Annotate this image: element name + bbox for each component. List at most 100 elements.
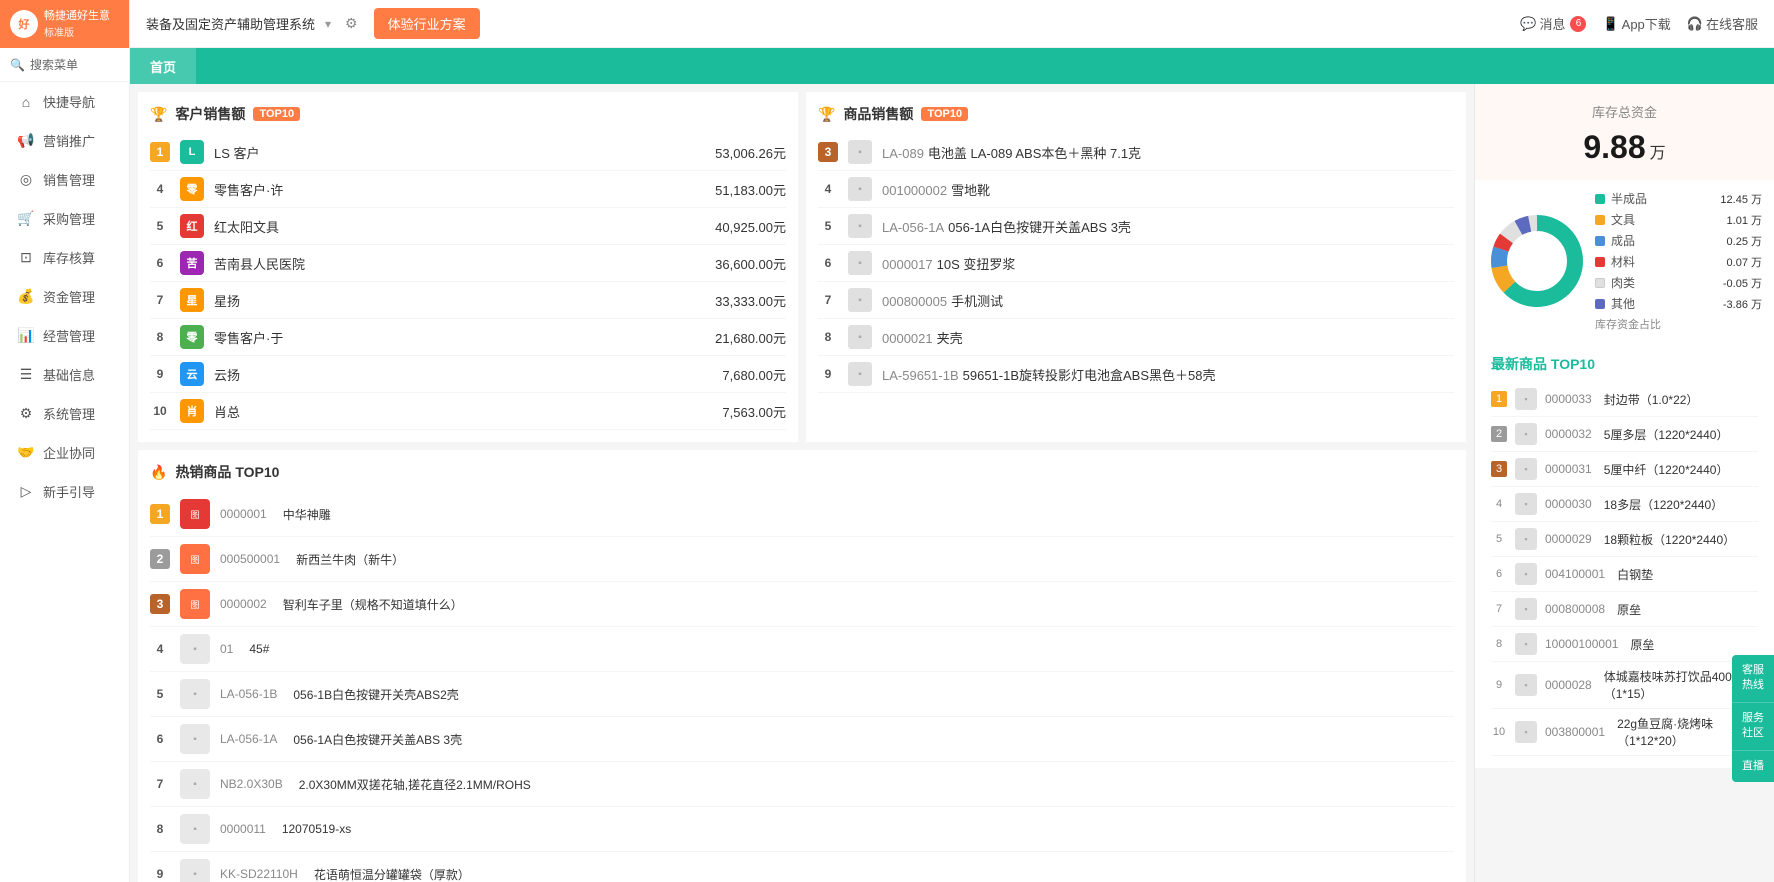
trial-btn[interactable]: 体验行业方案: [374, 8, 480, 39]
product-name: 5厘多层（1220*2440）: [1604, 426, 1729, 443]
customer-amount: 51,183.00元: [715, 180, 786, 199]
customer-rank-item: 4 零 零售客户·许 51,183.00元: [150, 171, 786, 208]
rank-number: 2: [1491, 426, 1507, 442]
latest-item: 3 ▪ 0000031 5厘中纤（1220*2440）: [1491, 452, 1758, 487]
sidebar-item-inventory[interactable]: ⊡ 库存核算: [0, 238, 129, 277]
product-code: 0000011: [220, 822, 266, 836]
purchase-icon: 🛒: [17, 210, 35, 227]
sidebar-item-base-info[interactable]: ☰ 基础信息: [0, 355, 129, 394]
product-info: 0000021夹壳: [882, 328, 1454, 347]
hot-item: 5 ▪ LA-056-1B 056-1B白色按键开关壳ABS2壳: [150, 672, 1454, 717]
customer-rank-item: 10 肖 肖总 7,563.00元: [150, 393, 786, 430]
product-thumb: ▪: [848, 325, 872, 349]
online-service-btn[interactable]: 🎧 在线客服: [1687, 14, 1758, 33]
product-sales-title: 🏆 商品销售额 TOP10: [818, 104, 1454, 124]
hot-products-list: 1 图 0000001 中华神雕 2 图 00050: [150, 492, 1454, 882]
product-code: 0000032: [1545, 427, 1592, 441]
product-sales-item: 8 ▪ 0000021夹壳: [818, 319, 1454, 356]
rank-number: 8: [150, 327, 170, 347]
product-sales-item: 7 ▪ 000800005手机测试: [818, 282, 1454, 319]
legend-label: 文具: [1611, 211, 1721, 228]
latest-item: 4 ▪ 0000030 18多层（1220*2440）: [1491, 487, 1758, 522]
latest-item: 10 ▪ 003800001 22g鱼豆腐·烧烤味（1*12*20）: [1491, 709, 1758, 756]
product-thumb: ▪: [1515, 633, 1537, 655]
rank-number: 10: [1491, 724, 1507, 740]
product-code: LA-056-1B: [220, 687, 277, 701]
product-thumb: ▪: [1515, 388, 1537, 410]
rank-number: 10: [150, 401, 170, 421]
nav-tabs: 首页: [130, 48, 1774, 84]
rank-number: 1: [1491, 391, 1507, 407]
product-code: 10000100001: [1545, 637, 1618, 651]
sidebar-item-purchase[interactable]: 🛒 采购管理: [0, 199, 129, 238]
product-name: 智利车子里（规格不知道填什么）: [283, 596, 1454, 613]
app-download-btn[interactable]: 📱 App下载: [1602, 14, 1670, 33]
marketing-icon: 📢: [17, 132, 35, 149]
logo-text: 畅捷通好生意: [44, 9, 110, 23]
message-btn[interactable]: 💬 消息 6: [1520, 14, 1586, 33]
legend-value: -3.86 万: [1723, 296, 1762, 312]
legend-item: 半成品 12.45 万: [1595, 190, 1762, 207]
sidebar-item-sales[interactable]: ◎ 销售管理: [0, 160, 129, 199]
sidebar-item-quick-nav[interactable]: ⌂ 快捷导航: [0, 82, 129, 121]
product-name: 中华神雕: [283, 506, 1454, 523]
right-panel-inner: 库存总资金 9.88 万: [1475, 84, 1774, 768]
product-thumb: 图: [180, 544, 210, 574]
customer-amount: 33,333.00元: [715, 291, 786, 310]
customer-name: 云扬: [214, 365, 712, 384]
rank-number: 9: [150, 864, 170, 882]
dropdown-arrow-icon[interactable]: ▾: [325, 17, 331, 31]
inventory-icon: ⊡: [17, 249, 35, 266]
sidebar-item-marketing[interactable]: 📢 营销推广: [0, 121, 129, 160]
topbar-right: 💬 消息 6 📱 App下载 🎧 在线客服: [1520, 14, 1758, 33]
sidebar-label: 营销推广: [43, 131, 95, 150]
community-btn[interactable]: 服务社区: [1732, 703, 1774, 751]
tab-home[interactable]: 首页: [130, 48, 196, 84]
sidebar-item-enterprise[interactable]: 🤝 企业协同: [0, 433, 129, 472]
sidebar-item-guide[interactable]: ▷ 新手引导: [0, 472, 129, 511]
latest-products-title: 最新商品 TOP10: [1491, 354, 1758, 374]
customer-avatar: 星: [180, 288, 204, 312]
sidebar-search[interactable]: 🔍 搜索菜单: [0, 48, 129, 82]
rank-number: 3: [1491, 461, 1507, 477]
sidebar-item-finance[interactable]: 💰 资金管理: [0, 277, 129, 316]
product-sales-label: 商品销售额: [843, 104, 913, 124]
product-sales-item: 3 ▪ LA-089电池盖 LA-089 ABS本色＋黑种 7.1克: [818, 134, 1454, 171]
product-name: 18颗粒板（1220*2440）: [1604, 531, 1735, 548]
product-info: 000800005手机测试: [882, 291, 1454, 310]
product-info: LA-59651-1B59651-1B旋转投影灯电池盒ABS黑色＋58壳: [882, 365, 1454, 384]
sidebar: 好 畅捷通好生意 标准版 🔍 搜索菜单 ⌂ 快捷导航 📢 营销推广 ◎ 销售管理…: [0, 0, 130, 882]
content: 🏆 客户销售额 TOP10 1 L LS 客户 53,006.26元: [130, 84, 1774, 882]
product-name: 原垒: [1630, 636, 1654, 653]
customer-service-btn[interactable]: 客服热线: [1732, 655, 1774, 703]
product-name: 056-1B白色按键开关壳ABS2壳: [293, 686, 1454, 703]
sidebar-item-system[interactable]: ⚙ 系统管理: [0, 394, 129, 433]
rank-number: 5: [1491, 531, 1507, 547]
product-sales-item: 6 ▪ 000001710S 变扭罗浆: [818, 245, 1454, 282]
product-thumb: ▪: [848, 177, 872, 201]
rank-number: 8: [818, 327, 838, 347]
live-btn[interactable]: 直播: [1732, 751, 1774, 782]
legend-item: 其他 -3.86 万: [1595, 295, 1762, 312]
inventory-unit: 万: [1650, 139, 1666, 163]
rank-number: 6: [150, 729, 170, 749]
customer-rank-item: 1 L LS 客户 53,006.26元: [150, 134, 786, 171]
finance-icon: 💰: [17, 288, 35, 305]
product-thumb: ▪: [1515, 458, 1537, 480]
sidebar-logo: 好 畅捷通好生意 标准版: [0, 0, 129, 48]
inventory-title-row: 库存总资金: [1491, 94, 1758, 129]
latest-item: 5 ▪ 0000029 18颗粒板（1220*2440）: [1491, 522, 1758, 557]
rank-number: 9: [150, 364, 170, 384]
product-thumb: ▪: [180, 724, 210, 754]
hot-item: 8 ▪ 0000011 12070519-xs: [150, 807, 1454, 852]
product-name: 18多层（1220*2440）: [1604, 496, 1723, 513]
product-code: 0000028: [1545, 678, 1592, 692]
rank-number: 7: [150, 290, 170, 310]
ops-icon: 📊: [17, 327, 35, 344]
rank-number: 1: [150, 142, 170, 162]
middle-area: 🏆 客户销售额 TOP10 1 L LS 客户 53,006.26元: [130, 84, 1474, 882]
customer-avatar: 零: [180, 325, 204, 349]
settings-icon[interactable]: ⚙: [345, 15, 358, 32]
customer-amount: 36,600.00元: [715, 254, 786, 273]
sidebar-item-operations[interactable]: 📊 经营管理: [0, 316, 129, 355]
